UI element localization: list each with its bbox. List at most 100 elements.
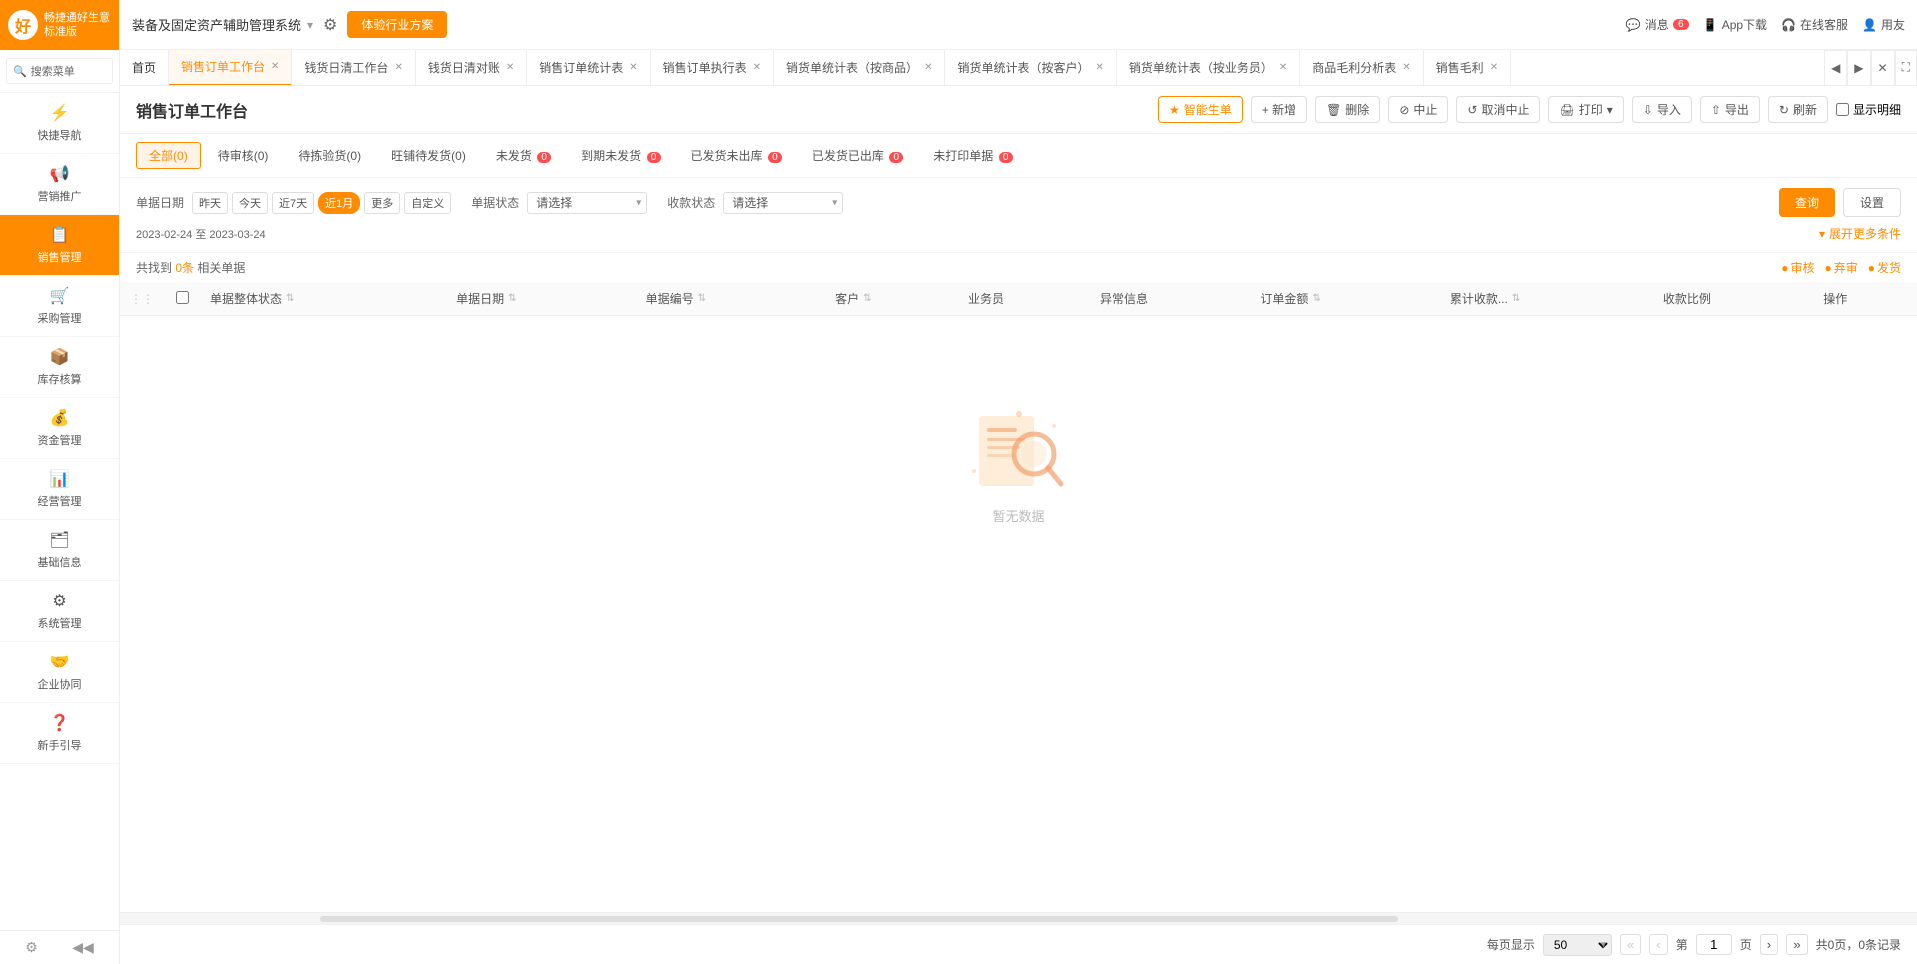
tab-fullscreen[interactable]: ⛶ [1895, 50, 1917, 86]
tab-sales-workbench[interactable]: 销售订单工作台 ✕ [169, 50, 292, 86]
search-area: 单据日期 昨天 今天 近7天 近1月 更多 自定义 单据状态 请选择 [120, 178, 1917, 253]
smart-create-btn[interactable]: ★ 智能生单 [1158, 96, 1243, 123]
guide-icon: ❓ [50, 713, 70, 733]
import-btn[interactable]: ⇩ 导入 [1632, 96, 1692, 123]
sidebar-item-marketing[interactable]: 📢 营销推广 [0, 154, 119, 215]
settings-btn[interactable]: 设置 [1843, 188, 1901, 217]
sidebar-item-quick-nav[interactable]: ⚡ 快捷导航 [0, 93, 119, 154]
cancel-abort-btn[interactable]: ↺ 取消中止 [1456, 96, 1540, 123]
tab-home[interactable]: 首页 [120, 50, 169, 86]
sidebar-logo: 好 畅捷通好生意 标准版 [0, 0, 119, 50]
customer-sort-icon[interactable]: ⇅ [863, 293, 871, 304]
payment-select[interactable]: 请选择 [723, 192, 843, 214]
tab-close-all[interactable]: ✕ [1871, 50, 1895, 86]
sidebar-search-btn[interactable]: 🔍 搜索菜单 [6, 58, 113, 84]
tab-close-sales-exec[interactable]: ✕ [753, 62, 761, 73]
refresh-btn[interactable]: ↻ 刷新 [1768, 96, 1828, 123]
tab-close-extra[interactable]: ✕ [1490, 62, 1498, 73]
tab-sales-stat[interactable]: 销售订单统计表 ✕ [527, 50, 650, 86]
export-btn[interactable]: ⇧ 导出 [1700, 96, 1760, 123]
review-action[interactable]: ● 审核 [1781, 259, 1814, 276]
show-detail-checkbox[interactable] [1836, 103, 1849, 116]
filter-tab-unshipped[interactable]: 未发货 0 [483, 142, 564, 169]
date-btn-yesterday[interactable]: 昨天 [192, 192, 228, 214]
next-page-btn[interactable]: › [1760, 934, 1778, 955]
sidebar-item-purchase[interactable]: 🛒 采购管理 [0, 276, 119, 337]
search-icon: 🔍 [13, 65, 27, 78]
sidebar-item-sales[interactable]: 📋 销售管理 [0, 215, 119, 276]
sidebar-item-finance[interactable]: 💰 资金管理 [0, 398, 119, 459]
filter-tab-expired-unshipped[interactable]: 到期未发货 0 [568, 142, 673, 169]
online-service-btn[interactable]: 🎧 在线客服 [1781, 16, 1848, 33]
cancel-review-action[interactable]: ● 弃审 [1824, 259, 1857, 276]
tab-close-sales-workbench[interactable]: ✕ [271, 61, 279, 72]
export-icon: ⇧ [1711, 103, 1721, 117]
tab-cash-reconcile[interactable]: 钱货日清对账 ✕ [416, 50, 527, 86]
solution-btn[interactable]: 体验行业方案 [347, 11, 447, 38]
filter-tab-pending-review[interactable]: 待审核(0) [205, 142, 282, 169]
last-page-btn[interactable]: » [1786, 934, 1807, 955]
tab-sales-by-customer[interactable]: 销货单统计表（按客户） ✕ [945, 50, 1116, 86]
filter-tab-unprinted[interactable]: 未打印单据 0 [920, 142, 1025, 169]
horizontal-scrollbar[interactable] [120, 912, 1917, 924]
date-sort-icon[interactable]: ⇅ [508, 293, 516, 304]
sidebar-item-guide[interactable]: ❓ 新手引导 [0, 703, 119, 764]
page-size-select[interactable]: 50 10 20 100 [1543, 934, 1612, 956]
sidebar-item-inventory[interactable]: 📦 库存核算 [0, 337, 119, 398]
sidebar-item-system[interactable]: ⚙ 系统管理 [0, 581, 119, 642]
tab-sales-exec[interactable]: 销售订单执行表 ✕ [651, 50, 774, 86]
expand-conditions-btn[interactable]: ▾ 展开更多条件 [1819, 225, 1901, 242]
amount-sort-icon[interactable]: ⇅ [1312, 293, 1320, 304]
show-detail-toggle[interactable]: 显示明细 [1836, 101, 1901, 118]
date-btn-more[interactable]: 更多 [364, 192, 400, 214]
tab-next-arrow[interactable]: ▶ [1847, 50, 1870, 86]
date-filter: 单据日期 昨天 今天 近7天 近1月 更多 自定义 [136, 192, 451, 214]
collected-sort-icon[interactable]: ⇅ [1512, 293, 1520, 304]
status-sort-icon[interactable]: ⇅ [286, 293, 294, 304]
prev-page-btn[interactable]: ‹ [1649, 934, 1667, 955]
topbar-gear-icon[interactable]: ⚙ [323, 15, 337, 35]
sidebar-settings-btn[interactable]: ⚙ [25, 939, 38, 956]
tab-sales-by-staff[interactable]: 销货单统计表（按业务员） ✕ [1117, 50, 1300, 86]
status-select[interactable]: 请选择 [527, 192, 647, 214]
date-btn-today[interactable]: 今天 [232, 192, 268, 214]
date-btn-1month[interactable]: 近1月 [318, 192, 360, 214]
unprinted-badge: 0 [999, 152, 1013, 163]
tab-sales-extra[interactable]: 销售毛利 ✕ [1424, 50, 1511, 86]
tab-close-sales-stat[interactable]: ✕ [629, 62, 637, 73]
select-all-checkbox[interactable] [176, 291, 189, 304]
ship-action[interactable]: ● 发货 [1868, 259, 1901, 276]
tab-close-by-product[interactable]: ✕ [924, 62, 932, 73]
add-btn[interactable]: + 新增 [1251, 96, 1307, 123]
sidebar-collapse-btn[interactable]: ◀◀ [72, 939, 94, 956]
tab-close-cash-daily[interactable]: ✕ [394, 62, 402, 73]
page-number-input[interactable] [1696, 934, 1732, 955]
date-btn-7days[interactable]: 近7天 [272, 192, 314, 214]
tab-cash-daily[interactable]: 钱货日清工作台 ✕ [292, 50, 415, 86]
delete-btn[interactable]: 🗑 删除 [1315, 96, 1380, 123]
tab-close-profit[interactable]: ✕ [1402, 62, 1410, 73]
sidebar-item-cooperation[interactable]: 🤝 企业协同 [0, 642, 119, 703]
app-download-btn[interactable]: 📱 App下载 [1703, 16, 1767, 33]
abort-btn[interactable]: ⊘ 中止 [1388, 96, 1448, 123]
print-btn[interactable]: 🖨 打印 ▾ [1548, 96, 1623, 123]
tab-close-by-customer[interactable]: ✕ [1095, 62, 1103, 73]
date-btn-custom[interactable]: 自定义 [404, 192, 451, 214]
sidebar-item-basic-info[interactable]: 🗂 基础信息 [0, 520, 119, 581]
first-page-btn[interactable]: « [1620, 934, 1641, 955]
tab-close-by-staff[interactable]: ✕ [1279, 62, 1287, 73]
filter-tab-shipped-not-out[interactable]: 已发货未出库 0 [678, 142, 795, 169]
sidebar-item-operation[interactable]: 📊 经营管理 [0, 459, 119, 520]
user-menu-btn[interactable]: 👤 用友 [1862, 16, 1905, 33]
filter-tab-all[interactable]: 全部(0) [136, 142, 201, 169]
tab-prev-arrow[interactable]: ◀ [1824, 50, 1847, 86]
tab-profit-analysis[interactable]: 商品毛利分析表 ✕ [1300, 50, 1423, 86]
tab-close-cash-reconcile[interactable]: ✕ [506, 62, 514, 73]
number-sort-icon[interactable]: ⇅ [698, 293, 706, 304]
filter-tab-wangpu[interactable]: 旺铺待发货(0) [378, 142, 479, 169]
filter-tab-shipped-out[interactable]: 已发货已出库 0 [799, 142, 916, 169]
message-btn[interactable]: 💬 消息 6 [1626, 16, 1689, 33]
filter-tab-pending-inspect[interactable]: 待拣验货(0) [285, 142, 374, 169]
tab-sales-by-product[interactable]: 销货单统计表（按商品） ✕ [774, 50, 945, 86]
query-btn[interactable]: 查询 [1779, 188, 1835, 217]
